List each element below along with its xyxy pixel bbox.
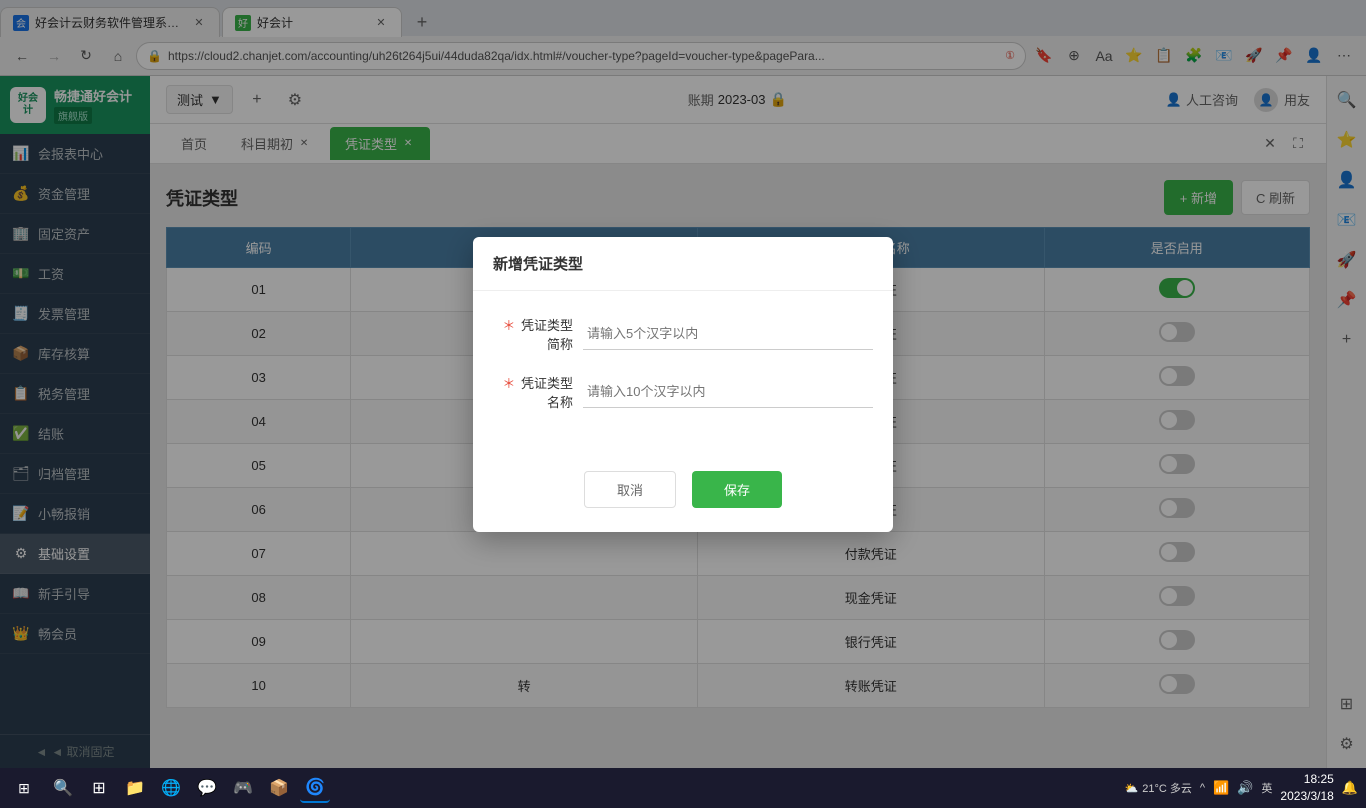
required-mark: ＊: [502, 318, 515, 333]
taskbar: ⊞ 🔍 ⊞ 📁 🌐 💬 🎮 📦 🌀 ⛅ 21°C 多云 ^ 📶 🔊 英 18:2…: [0, 768, 1366, 808]
short-label: ＊ 凭证类型简称: [493, 315, 583, 353]
taskbar-app-icon[interactable]: 📦: [264, 773, 294, 803]
taskbar-wechat-icon[interactable]: 💬: [192, 773, 222, 803]
save-button[interactable]: 保存: [692, 471, 782, 508]
modal-footer: 取消 保存: [473, 455, 893, 532]
taskbar-widgets-icon[interactable]: ⊞: [84, 773, 114, 803]
notification-icon[interactable]: 🔔: [1342, 780, 1358, 796]
modal-overlay: 新增凭证类型 ＊ 凭证类型简称 ＊ 凭证类型名称 取消 保存: [0, 0, 1366, 768]
weather-icon: ⛅: [1125, 782, 1139, 795]
taskbar-time-value: 18:25: [1280, 771, 1333, 788]
tray-sound-icon[interactable]: 🔊: [1237, 780, 1253, 796]
tray-network-icon[interactable]: 📶: [1213, 780, 1229, 796]
modal-header: 新增凭证类型: [473, 237, 893, 291]
taskbar-edge-icon[interactable]: 🌐: [156, 773, 186, 803]
cancel-button[interactable]: 取消: [584, 471, 676, 508]
taskbar-store-icon[interactable]: 🎮: [228, 773, 258, 803]
name-label-text: 凭证类型名称: [521, 376, 573, 410]
tray-lang-icon[interactable]: 英: [1261, 780, 1272, 796]
taskbar-start-button[interactable]: ⊞: [8, 772, 40, 804]
taskbar-browser-icon[interactable]: 🌀: [300, 773, 330, 803]
weather-info: ⛅ 21°C 多云: [1125, 780, 1192, 796]
required-mark-2: ＊: [502, 376, 515, 391]
modal-title: 新增凭证类型: [493, 256, 583, 273]
taskbar-search-icon[interactable]: 🔍: [48, 773, 78, 803]
name-input[interactable]: [583, 376, 873, 408]
taskbar-explorer-icon[interactable]: 📁: [120, 773, 150, 803]
tray-caret[interactable]: ^: [1200, 782, 1205, 794]
taskbar-date-value: 2023/3/18: [1280, 788, 1333, 805]
form-row-short: ＊ 凭证类型简称: [493, 315, 873, 353]
taskbar-clock[interactable]: 18:25 2023/3/18: [1280, 771, 1333, 805]
short-input[interactable]: [583, 318, 873, 350]
short-label-text: 凭证类型简称: [521, 318, 573, 352]
modal-body: ＊ 凭证类型简称 ＊ 凭证类型名称: [473, 291, 893, 455]
weather-text: 21°C 多云: [1142, 780, 1192, 796]
new-voucher-type-modal: 新增凭证类型 ＊ 凭证类型简称 ＊ 凭证类型名称 取消 保存: [473, 237, 893, 532]
taskbar-pinned-icons: 🔍 ⊞ 📁 🌐 💬 🎮 📦 🌀: [48, 773, 330, 803]
taskbar-tray: ⛅ 21°C 多云 ^ 📶 🔊 英 18:25 2023/3/18 🔔: [1125, 771, 1358, 805]
name-label: ＊ 凭证类型名称: [493, 373, 583, 411]
form-row-name: ＊ 凭证类型名称: [493, 373, 873, 411]
